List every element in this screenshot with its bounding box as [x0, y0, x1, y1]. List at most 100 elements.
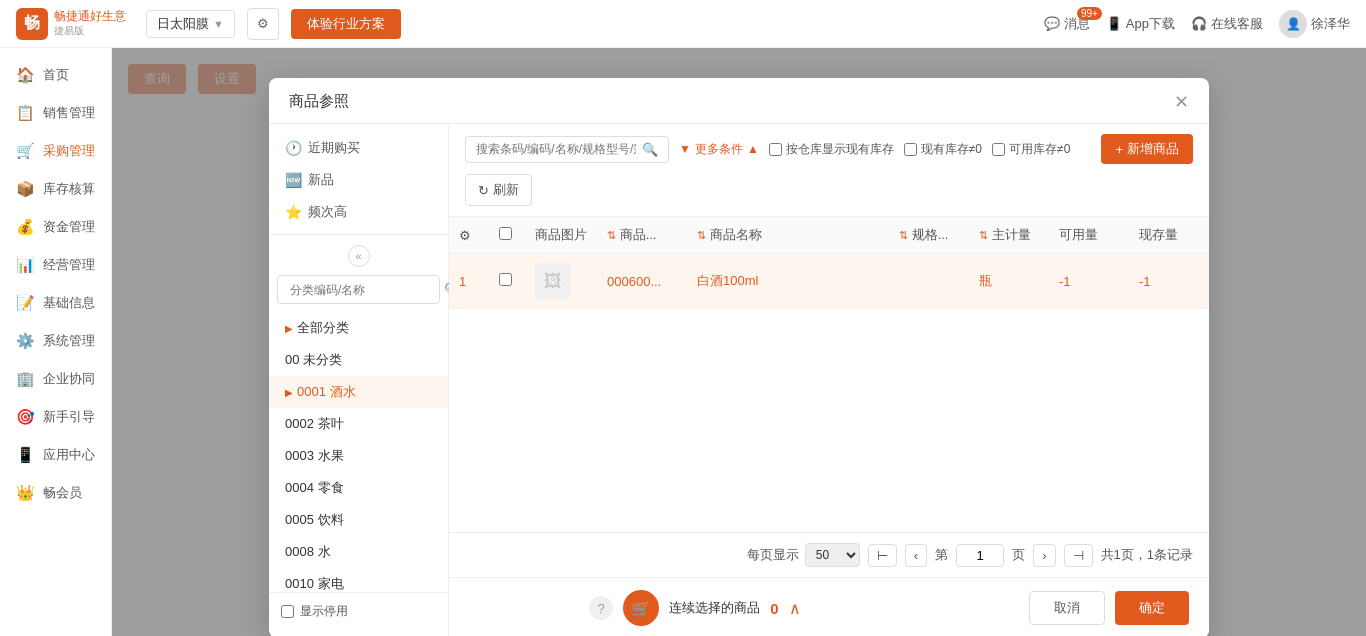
category-search-box[interactable]: 🔍 [277, 275, 440, 304]
sidebar-item-purchase[interactable]: 🛒 采购管理 [0, 132, 111, 170]
user-area[interactable]: 👤 徐泽华 [1279, 10, 1350, 38]
sidebar-item-member[interactable]: 👑 畅会员 [0, 474, 111, 512]
modal-close-button[interactable]: ✕ [1174, 93, 1189, 111]
row-check[interactable] [489, 254, 525, 309]
collapse-left-button[interactable]: « [348, 245, 370, 267]
enterprise-icon: 🏢 [16, 370, 35, 388]
logo-text: 畅捷通好生意 [54, 9, 126, 25]
sidebar-item-apps[interactable]: 📱 应用中心 [0, 436, 111, 474]
table-row[interactable]: 1 🖼 000600... 白酒100ml 瓶 [449, 254, 1209, 309]
username-label: 徐泽华 [1311, 15, 1350, 33]
settings-icon[interactable]: ⚙ [247, 8, 279, 40]
sidebar-item-system[interactable]: ⚙️ 系统管理 [0, 322, 111, 360]
category-0002[interactable]: 0002 茶叶 [269, 408, 448, 440]
frequent-nav[interactable]: ⭐ 频次高 [273, 196, 444, 228]
store-name: 日太阳膜 [157, 15, 209, 33]
sidebar-item-home[interactable]: 🏠 首页 [0, 56, 111, 94]
sidebar-label-system: 系统管理 [43, 332, 95, 350]
first-page-button[interactable]: ⊢ [868, 544, 897, 567]
new-product-nav[interactable]: 🆕 新品 [273, 164, 444, 196]
category-00[interactable]: 00 未分类 [269, 344, 448, 376]
col-header-code[interactable]: ⇅ 商品... [597, 217, 687, 254]
usable-stock-checkbox[interactable] [992, 143, 1005, 156]
available-stock-checkbox[interactable] [904, 143, 917, 156]
col-header-stock[interactable]: 现存量 [1129, 217, 1209, 254]
col-header-settings[interactable]: ⚙ [449, 217, 489, 254]
available-stock-filter[interactable]: 现有库存≠0 [904, 141, 982, 158]
select-all-checkbox[interactable] [499, 227, 512, 240]
col-stock-label: 现存量 [1139, 227, 1178, 242]
product-search-input[interactable] [476, 142, 636, 156]
operations-icon: 📊 [16, 256, 35, 274]
category-0004[interactable]: 0004 零食 [269, 472, 448, 504]
help-icon[interactable]: ? [589, 596, 613, 620]
purchase-icon: 🛒 [16, 142, 35, 160]
col-header-available[interactable]: 可用量 [1049, 217, 1129, 254]
col-header-unit[interactable]: ⇅ 主计量 [969, 217, 1049, 254]
sidebar-item-finance[interactable]: 💰 资金管理 [0, 208, 111, 246]
sidebar-item-operations[interactable]: 📊 经营管理 [0, 246, 111, 284]
category-0005[interactable]: 0005 饮料 [269, 504, 448, 536]
row-checkbox[interactable] [499, 273, 512, 286]
sidebar-item-guide[interactable]: 🎯 新手引导 [0, 398, 111, 436]
message-icon: 💬 [1044, 16, 1060, 31]
row-seq: 1 [449, 254, 489, 309]
sidebar-label-apps: 应用中心 [43, 446, 95, 464]
chevron-up-icon: ▲ [747, 142, 759, 156]
category-search-input[interactable] [290, 283, 440, 297]
row-available: -1 [1049, 254, 1129, 309]
row-spec [889, 254, 969, 309]
trial-button[interactable]: 体验行业方案 [291, 9, 401, 39]
per-page-select[interactable]: 50 100 200 [805, 543, 860, 567]
sort-name-icon: ⇅ [697, 229, 706, 241]
add-product-label: 新增商品 [1127, 140, 1179, 158]
online-service-link[interactable]: 🎧 在线客服 [1191, 15, 1263, 33]
category-all[interactable]: ▶ 全部分类 [269, 312, 448, 344]
sidebar-label-home: 首页 [43, 66, 69, 84]
page-number-input[interactable] [956, 544, 1004, 567]
col-header-name[interactable]: ⇅ 商品名称 [687, 217, 889, 254]
warehouse-stock-checkbox[interactable] [769, 143, 782, 156]
sidebar-item-basic-info[interactable]: 📝 基础信息 [0, 284, 111, 322]
collapse-footer-icon[interactable]: ∧ [789, 599, 801, 618]
category-0003[interactable]: 0003 水果 [269, 440, 448, 472]
system-icon: ⚙️ [16, 332, 35, 350]
more-filter-button[interactable]: ▼ 更多条件 ▲ [679, 141, 759, 158]
usable-stock-filter[interactable]: 可用库存≠0 [992, 141, 1070, 158]
category-0010[interactable]: 0010 家电 [269, 568, 448, 592]
store-selector[interactable]: 日太阳膜 ▼ [146, 10, 235, 38]
add-product-button[interactable]: + 新增商品 [1101, 134, 1193, 164]
col-header-spec[interactable]: ⇅ 规格... [889, 217, 969, 254]
per-page-label: 每页显示 [747, 546, 799, 564]
warehouse-stock-label: 按仓库显示现有库存 [786, 141, 894, 158]
notification-area[interactable]: 💬 消息 99+ [1044, 15, 1090, 33]
active-arrow-icon: ▶ [285, 387, 293, 398]
prev-page-button[interactable]: ‹ [905, 544, 927, 567]
pagination-bar: 每页显示 50 100 200 ⊢ ‹ 第 页 [449, 532, 1209, 577]
sidebar-item-sales[interactable]: 📋 销售管理 [0, 94, 111, 132]
category-0001[interactable]: ▶ 0001 酒水 [269, 376, 448, 408]
headset-icon: 🎧 [1191, 16, 1207, 31]
cart-button[interactable]: 🛒 [623, 590, 659, 626]
sidebar-item-enterprise[interactable]: 🏢 企业协同 [0, 360, 111, 398]
category-0008[interactable]: 0008 水 [269, 536, 448, 568]
recent-purchase-nav[interactable]: 🕐 近期购买 [273, 132, 444, 164]
next-page-button[interactable]: › [1033, 544, 1055, 567]
footer-actions: 取消 确定 [1029, 591, 1189, 625]
product-search-box[interactable]: 🔍 [465, 136, 669, 163]
category-all-label: 全部分类 [297, 319, 349, 337]
warehouse-stock-filter[interactable]: 按仓库显示现有库存 [769, 141, 894, 158]
footer-center: ? 🛒 连续选择的商品 0 ∧ [589, 590, 800, 626]
refresh-button[interactable]: ↻ 刷新 [465, 174, 532, 206]
app-download-link[interactable]: 📱 App下载 [1106, 15, 1175, 33]
notification-badge: 99+ [1077, 7, 1102, 20]
cancel-button[interactable]: 取消 [1029, 591, 1105, 625]
sidebar-item-inventory[interactable]: 📦 库存核算 [0, 170, 111, 208]
per-page-selector[interactable]: 每页显示 50 100 200 [747, 543, 860, 567]
last-page-button[interactable]: ⊣ [1064, 544, 1093, 567]
confirm-button[interactable]: 确定 [1115, 591, 1189, 625]
display-disabled-checkbox[interactable] [281, 605, 294, 618]
search-icon[interactable]: 🔍 [642, 142, 658, 157]
modal-left-panel: 🕐 近期购买 🆕 新品 ⭐ 频次高 « [269, 124, 449, 636]
category-0005-label: 0005 饮料 [285, 511, 344, 529]
